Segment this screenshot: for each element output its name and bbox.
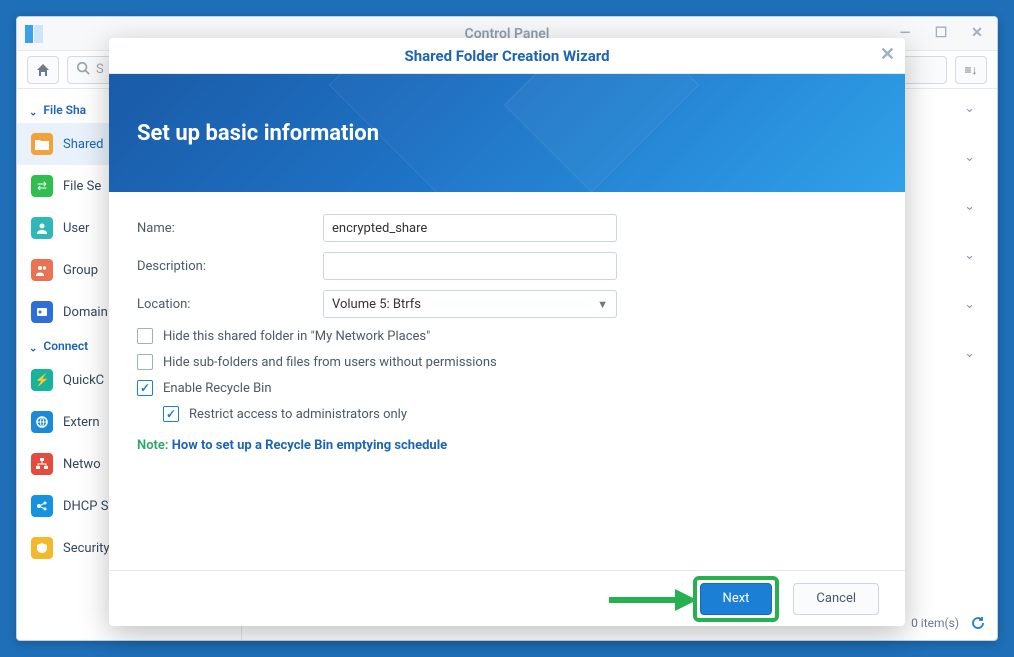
location-select[interactable]: Volume 5: Btrfs ▼ — [323, 290, 617, 318]
status-bar: 0 item(s) — [911, 612, 989, 634]
maximize-button[interactable]: ☐ — [927, 19, 955, 47]
modal-footer: Next Cancel — [109, 570, 905, 626]
restrict-admin-label: Restrict access to administrators only — [189, 407, 407, 422]
globe-icon — [31, 411, 53, 433]
sidebar-item-label: Security — [63, 541, 110, 556]
bolt-icon: ⚡ — [31, 369, 53, 391]
banner-title: Set up basic information — [137, 121, 379, 146]
sidebar-item-label: File Se — [63, 179, 101, 194]
id-icon — [31, 301, 53, 323]
sidebar-item-label: Netwo — [63, 457, 101, 472]
cancel-button[interactable]: Cancel — [793, 583, 879, 615]
arrows-icon: ⇄ — [31, 175, 53, 197]
sort-button[interactable]: ≡↓ — [955, 56, 987, 84]
close-window-button[interactable]: ✕ — [963, 19, 991, 47]
window-buttons: — ☐ ✕ — [891, 19, 991, 47]
description-label: Description: — [137, 259, 323, 274]
chevron-down-icon[interactable]: ⌄ — [964, 346, 975, 361]
sidebar-item-label: User — [63, 221, 89, 236]
chevron-down-icon[interactable]: ⌄ — [964, 150, 975, 165]
network-icon — [31, 453, 53, 475]
search-icon — [76, 61, 90, 79]
enable-recycle-checkbox[interactable] — [137, 380, 153, 396]
location-label: Location: — [137, 297, 323, 312]
note-row: Note: How to set up a Recycle Bin emptyi… — [137, 438, 877, 453]
app-icon — [23, 23, 45, 45]
chevron-down-icon[interactable]: ⌄ — [964, 248, 975, 263]
next-button[interactable]: Next — [700, 583, 773, 615]
home-button[interactable] — [27, 56, 59, 84]
modal-titlebar: Shared Folder Creation Wizard ✕ — [109, 38, 905, 74]
sidebar-item-label: QuickC — [63, 373, 104, 388]
name-input[interactable] — [323, 214, 617, 242]
name-label: Name: — [137, 221, 323, 236]
modal-body: Name: Description: Location: Volume 5: B… — [109, 192, 905, 570]
hide-subfolders-checkbox[interactable] — [137, 354, 153, 370]
hide-network-checkbox[interactable] — [137, 328, 153, 344]
shield-icon — [31, 537, 53, 559]
enable-recycle-label: Enable Recycle Bin — [163, 381, 272, 396]
sidebar-item-label: Shared — [63, 137, 103, 152]
note-link[interactable]: How to set up a Recycle Bin emptying sch… — [172, 438, 447, 453]
user-icon — [31, 217, 53, 239]
note-label: Note: — [137, 438, 168, 453]
expand-chevrons: ⌄ ⌄ ⌄ ⌄ ⌄ ⌄ — [964, 101, 975, 361]
chevron-down-icon: ▼ — [597, 298, 608, 311]
sidebar-item-label: Domain — [63, 305, 108, 320]
next-highlight: Next — [693, 576, 780, 622]
description-input[interactable] — [323, 252, 617, 280]
hide-subfolders-label: Hide sub-folders and files from users wi… — [163, 355, 497, 370]
hide-network-label: Hide this shared folder in "My Network P… — [163, 329, 430, 344]
refresh-button[interactable] — [967, 612, 989, 634]
sidebar-item-label: Extern — [63, 415, 100, 430]
chevron-down-icon[interactable]: ⌄ — [964, 199, 975, 214]
modal-banner: Set up basic information — [109, 74, 905, 192]
item-count: 0 item(s) — [911, 616, 959, 630]
sidebar-item-label: DHCP S — [63, 499, 108, 514]
search-placeholder: S — [96, 62, 104, 77]
shared-folder-wizard: Shared Folder Creation Wizard ✕ Set up b… — [109, 38, 905, 626]
folder-icon — [31, 133, 53, 155]
modal-title: Shared Folder Creation Wizard — [404, 47, 609, 65]
sidebar-item-label: Group — [63, 263, 98, 278]
share-icon — [31, 495, 53, 517]
chevron-down-icon[interactable]: ⌄ — [964, 101, 975, 116]
location-value: Volume 5: Btrfs — [332, 297, 421, 312]
restrict-admin-checkbox[interactable] — [163, 406, 179, 422]
chevron-down-icon[interactable]: ⌄ — [964, 297, 975, 312]
users-icon — [31, 259, 53, 281]
close-icon[interactable]: ✕ — [880, 44, 895, 65]
